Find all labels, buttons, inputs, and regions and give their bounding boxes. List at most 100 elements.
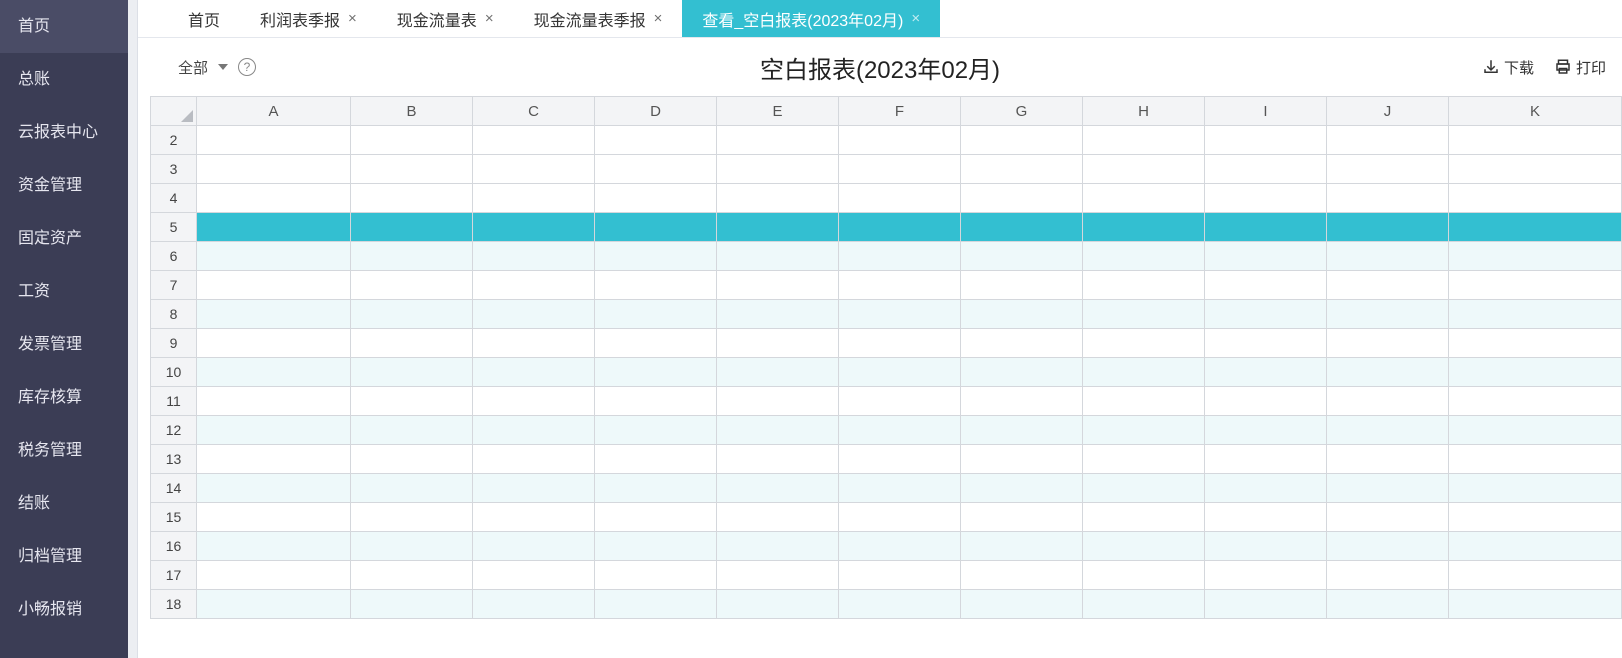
cell-E11[interactable]: [717, 387, 839, 416]
cell-F8[interactable]: [839, 300, 961, 329]
cell-H13[interactable]: [1083, 445, 1205, 474]
cell-C3[interactable]: [473, 155, 595, 184]
row-header-8[interactable]: 8: [151, 300, 197, 329]
chevron-down-icon[interactable]: [218, 64, 228, 70]
cell-J8[interactable]: [1327, 300, 1449, 329]
download-button[interactable]: 下载: [1482, 57, 1534, 78]
cell-F6[interactable]: [839, 242, 961, 271]
col-header-J[interactable]: J: [1327, 97, 1449, 126]
tab-4[interactable]: 查看_空白报表(2023年02月)×: [682, 0, 940, 37]
cell-B15[interactable]: [351, 503, 473, 532]
cell-E10[interactable]: [717, 358, 839, 387]
cell-H9[interactable]: [1083, 329, 1205, 358]
tab-2[interactable]: 现金流量表×: [377, 0, 514, 37]
row-header-15[interactable]: 15: [151, 503, 197, 532]
cell-D11[interactable]: [595, 387, 717, 416]
row-header-14[interactable]: 14: [151, 474, 197, 503]
cell-J2[interactable]: [1327, 126, 1449, 155]
cell-G6[interactable]: [961, 242, 1083, 271]
row-header-16[interactable]: 16: [151, 532, 197, 561]
sidebar-item-3[interactable]: 资金管理: [0, 159, 128, 212]
cell-K2[interactable]: [1449, 126, 1622, 155]
corner-cell[interactable]: [151, 97, 197, 126]
cell-F4[interactable]: [839, 184, 961, 213]
cell-J16[interactable]: [1327, 532, 1449, 561]
cell-A10[interactable]: [197, 358, 351, 387]
col-header-H[interactable]: H: [1083, 97, 1205, 126]
cell-D4[interactable]: [595, 184, 717, 213]
cell-A17[interactable]: [197, 561, 351, 590]
cell-F14[interactable]: [839, 474, 961, 503]
cell-B16[interactable]: [351, 532, 473, 561]
sidebar-item-0[interactable]: 首页: [0, 0, 128, 53]
cell-I4[interactable]: [1205, 184, 1327, 213]
cell-B6[interactable]: [351, 242, 473, 271]
cell-K17[interactable]: [1449, 561, 1622, 590]
cell-B8[interactable]: [351, 300, 473, 329]
cell-F15[interactable]: [839, 503, 961, 532]
col-header-I[interactable]: I: [1205, 97, 1327, 126]
cell-G15[interactable]: [961, 503, 1083, 532]
close-icon[interactable]: ×: [485, 11, 494, 26]
cell-J10[interactable]: [1327, 358, 1449, 387]
row-header-7[interactable]: 7: [151, 271, 197, 300]
col-header-D[interactable]: D: [595, 97, 717, 126]
cell-I2[interactable]: [1205, 126, 1327, 155]
cell-J12[interactable]: [1327, 416, 1449, 445]
cell-E14[interactable]: [717, 474, 839, 503]
cell-H5[interactable]: [1083, 213, 1205, 242]
cell-D8[interactable]: [595, 300, 717, 329]
cell-A11[interactable]: [197, 387, 351, 416]
cell-J17[interactable]: [1327, 561, 1449, 590]
cell-B9[interactable]: [351, 329, 473, 358]
row-header-13[interactable]: 13: [151, 445, 197, 474]
sidebar-item-9[interactable]: 结账: [0, 477, 128, 530]
cell-K12[interactable]: [1449, 416, 1622, 445]
cell-G5[interactable]: [961, 213, 1083, 242]
cell-F17[interactable]: [839, 561, 961, 590]
cell-G11[interactable]: [961, 387, 1083, 416]
cell-K7[interactable]: [1449, 271, 1622, 300]
cell-J5[interactable]: [1327, 213, 1449, 242]
print-button[interactable]: 打印: [1554, 57, 1606, 78]
cell-D17[interactable]: [595, 561, 717, 590]
cell-A16[interactable]: [197, 532, 351, 561]
cell-B2[interactable]: [351, 126, 473, 155]
cell-I9[interactable]: [1205, 329, 1327, 358]
col-header-A[interactable]: A: [197, 97, 351, 126]
help-icon[interactable]: ?: [238, 58, 256, 76]
cell-J14[interactable]: [1327, 474, 1449, 503]
cell-I17[interactable]: [1205, 561, 1327, 590]
cell-B7[interactable]: [351, 271, 473, 300]
cell-A3[interactable]: [197, 155, 351, 184]
sidebar-item-10[interactable]: 归档管理: [0, 530, 128, 583]
cell-A7[interactable]: [197, 271, 351, 300]
sidebar-resizer[interactable]: [128, 0, 138, 658]
cell-A18[interactable]: [197, 590, 351, 619]
cell-K3[interactable]: [1449, 155, 1622, 184]
cell-K18[interactable]: [1449, 590, 1622, 619]
cell-C14[interactable]: [473, 474, 595, 503]
cell-G4[interactable]: [961, 184, 1083, 213]
tab-1[interactable]: 利润表季报×: [240, 0, 377, 37]
cell-G9[interactable]: [961, 329, 1083, 358]
cell-E7[interactable]: [717, 271, 839, 300]
cell-F16[interactable]: [839, 532, 961, 561]
cell-K10[interactable]: [1449, 358, 1622, 387]
cell-D18[interactable]: [595, 590, 717, 619]
cell-C13[interactable]: [473, 445, 595, 474]
spreadsheet[interactable]: ABCDEFGHIJK23456789101112131415161718: [138, 96, 1622, 658]
cell-K11[interactable]: [1449, 387, 1622, 416]
cell-F2[interactable]: [839, 126, 961, 155]
cell-F13[interactable]: [839, 445, 961, 474]
cell-E2[interactable]: [717, 126, 839, 155]
cell-H18[interactable]: [1083, 590, 1205, 619]
cell-J4[interactable]: [1327, 184, 1449, 213]
col-header-C[interactable]: C: [473, 97, 595, 126]
cell-F9[interactable]: [839, 329, 961, 358]
close-icon[interactable]: ×: [654, 11, 663, 26]
sidebar-item-11[interactable]: 小畅报销: [0, 583, 128, 636]
cell-F12[interactable]: [839, 416, 961, 445]
filter-label[interactable]: 全部: [178, 57, 208, 78]
cell-K6[interactable]: [1449, 242, 1622, 271]
